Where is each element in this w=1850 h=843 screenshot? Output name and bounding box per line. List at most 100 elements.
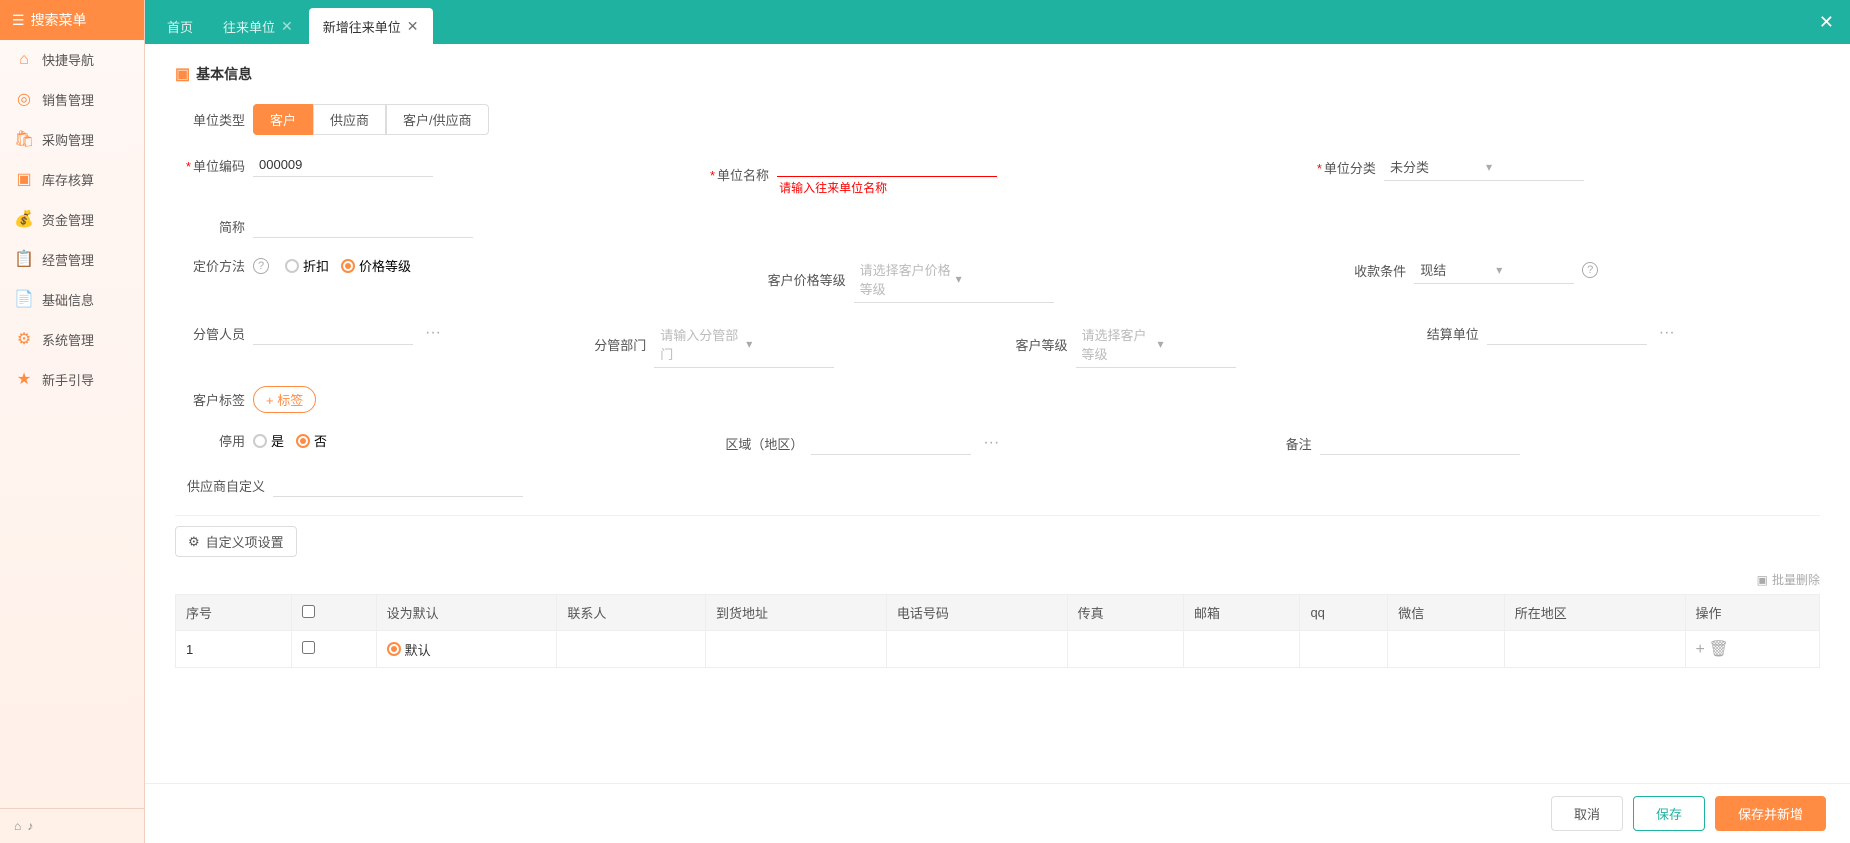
customer-level-field: 客户等级 请选择客户等级 ▾ — [998, 321, 1409, 368]
row-checkbox[interactable] — [302, 641, 315, 654]
tab-home[interactable]: 首页 — [153, 8, 207, 44]
basic-icon: 📄 — [14, 289, 34, 309]
unit-code-field: *单位编码 — [175, 153, 689, 177]
delete-row-icon[interactable]: 🗑 — [1708, 641, 1728, 658]
sidebar-item-basic[interactable]: 📄基础信息 — [0, 279, 144, 319]
manager-field: 分管人员 ··· — [175, 321, 586, 345]
unit-code-input[interactable] — [253, 153, 433, 177]
unit-category-select[interactable]: 未分类 ▾ — [1384, 153, 1584, 181]
manager-input[interactable] — [253, 321, 413, 345]
guide-icon: ★ — [14, 369, 34, 389]
tab-label: 新增往来单位 — [323, 17, 401, 36]
short-name-input[interactable] — [253, 214, 473, 238]
manager-row: 分管人员 ··· 分管部门 请输入分管部门 ▾ 客户等级 请选择客户等级 ▾ 结… — [175, 321, 1820, 368]
disabled-yes-radio[interactable]: 是 — [253, 431, 284, 450]
select-all-checkbox[interactable] — [302, 605, 315, 618]
unit-type-customer-button[interactable]: 客户 — [253, 104, 313, 135]
tab-close-icon[interactable]: ✕ — [407, 18, 419, 35]
supplier-custom-input[interactable] — [273, 473, 523, 497]
sidebar-item-system[interactable]: ⚙系统管理 — [0, 319, 144, 359]
radio-dot — [341, 259, 355, 273]
pricing-label: 定价方法 — [175, 256, 245, 275]
tab-label: 首页 — [167, 17, 193, 36]
pricing-help-icon[interactable]: ? — [253, 258, 269, 274]
sidebar-item-operation[interactable]: 📋经营管理 — [0, 239, 144, 279]
customer-level-select[interactable]: 请选择客户等级 ▾ — [1076, 321, 1236, 368]
operation-icon: 📋 — [14, 249, 34, 269]
sidebar-item-finance[interactable]: 💰资金管理 — [0, 199, 144, 239]
region-label: 区域（地区） — [723, 434, 803, 453]
section-icon: ▣ — [175, 64, 190, 84]
cancel-button[interactable]: 取消 — [1551, 796, 1623, 831]
sidebar-item-purchase[interactable]: 🛍采购管理 — [0, 119, 144, 159]
home-icon: ⌂ — [14, 819, 21, 833]
batch-delete-area: ▣ 批量删除 — [175, 571, 1820, 588]
region-input[interactable] — [811, 431, 971, 455]
manager-label: 分管人员 — [175, 324, 245, 343]
table-header-cell: qq — [1300, 595, 1388, 631]
tab-new-partner[interactable]: 新增往来单位 ✕ — [309, 8, 433, 44]
pricing-radio-group: 折扣价格等级 — [285, 256, 411, 275]
unit-category-label: *单位分类 — [1306, 158, 1376, 177]
settlement-input[interactable] — [1487, 321, 1647, 345]
remark-input[interactable] — [1320, 431, 1520, 455]
payment-terms-select[interactable]: 现结 ▾ — [1414, 256, 1574, 284]
inventory-icon: ▣ — [14, 169, 34, 189]
add-tag-button[interactable]: + 标签 — [253, 386, 316, 413]
purchase-icon: 🛍 — [14, 129, 34, 149]
disabled-no-radio[interactable]: 否 — [296, 431, 327, 450]
add-row-icon[interactable]: + — [1696, 641, 1705, 658]
sidebar-item-guide[interactable]: ★新手引导 — [0, 359, 144, 399]
tag-label: 客户标签 — [175, 390, 245, 409]
customer-price-label: 客户价格等级 — [756, 270, 846, 289]
radio-dot — [285, 259, 299, 273]
disabled-radio-group: 是否 — [253, 431, 327, 450]
search-menu[interactable]: ☰ 搜索菜单 — [0, 0, 144, 40]
tab-partners[interactable]: 往来单位✕ — [209, 8, 307, 44]
save-button[interactable]: 保存 — [1633, 796, 1705, 831]
dept-select[interactable]: 请输入分管部门 ▾ — [654, 321, 834, 368]
supplier-custom-label: 供应商自定义 — [175, 476, 265, 495]
tag-row: 客户标签 + 标签 — [175, 386, 1820, 413]
section-title: ▣ 基本信息 — [175, 64, 1820, 84]
disabled-field: 停用 是否 — [175, 431, 723, 450]
chevron-down-icon: ▾ — [1158, 337, 1230, 351]
table-cell — [1300, 631, 1388, 668]
customer-price-select[interactable]: 请选择客户价格等级 ▾ — [854, 256, 1054, 303]
unit-code-label: *单位编码 — [175, 156, 245, 175]
region-more-icon[interactable]: ··· — [979, 434, 1003, 452]
sidebar-item-inventory[interactable]: ▣库存核算 — [0, 159, 144, 199]
chevron-down-icon: ▾ — [956, 272, 1048, 286]
chevron-down-icon: ▾ — [1486, 160, 1578, 174]
short-name-field: 简称 — [175, 214, 1820, 238]
sidebar-item-quick-nav[interactable]: ⌂快捷导航 — [0, 40, 144, 79]
contact-table: 序号设为默认联系人到货地址电话号码传真邮箱qq微信所在地区操作 1默认+ 🗑 — [175, 594, 1820, 668]
pricing-price-level-radio[interactable]: 价格等级 — [341, 256, 411, 275]
table-cell — [1388, 631, 1504, 668]
unit-type-both-button[interactable]: 客户/供应商 — [386, 104, 489, 135]
pricing-discount-radio[interactable]: 折扣 — [285, 256, 329, 275]
tab-close-icon[interactable]: ✕ — [281, 18, 293, 35]
settlement-more-icon[interactable]: ··· — [1655, 324, 1679, 342]
content-area: ▣ 基本信息 单位类型 客户供应商客户/供应商 *单位编码 *单位名称 — [145, 44, 1850, 783]
manager-more-icon[interactable]: ··· — [421, 324, 445, 342]
table-cell: + 🗑 — [1685, 631, 1820, 668]
sidebar-item-sales[interactable]: ◎销售管理 — [0, 79, 144, 119]
batch-delete-label[interactable]: 批量删除 — [1772, 571, 1820, 588]
chevron-down-icon: ▾ — [1496, 263, 1568, 277]
payment-help-icon[interactable]: ? — [1582, 262, 1598, 278]
unit-name-wrap: 请输入往来单位名称 — [777, 153, 997, 196]
settlement-field: 结算单位 ··· — [1409, 321, 1820, 345]
table-header-cell: 设为默认 — [376, 595, 557, 631]
table-row: 1默认+ 🗑 — [176, 631, 1820, 668]
custom-settings-button[interactable]: ⚙ 自定义项设置 — [175, 526, 297, 557]
table-cell — [1504, 631, 1685, 668]
unit-type-supplier-button[interactable]: 供应商 — [313, 104, 386, 135]
default-radio[interactable] — [387, 642, 401, 656]
short-name-label: 简称 — [175, 217, 245, 236]
window-close-icon[interactable]: ✕ — [1811, 12, 1842, 33]
sidebar-bottom: ⌂ ♪ — [0, 808, 144, 843]
unit-name-input[interactable] — [777, 153, 997, 177]
save-new-button[interactable]: 保存并新增 — [1715, 796, 1826, 831]
unit-name-error: 请输入往来单位名称 — [779, 179, 997, 196]
